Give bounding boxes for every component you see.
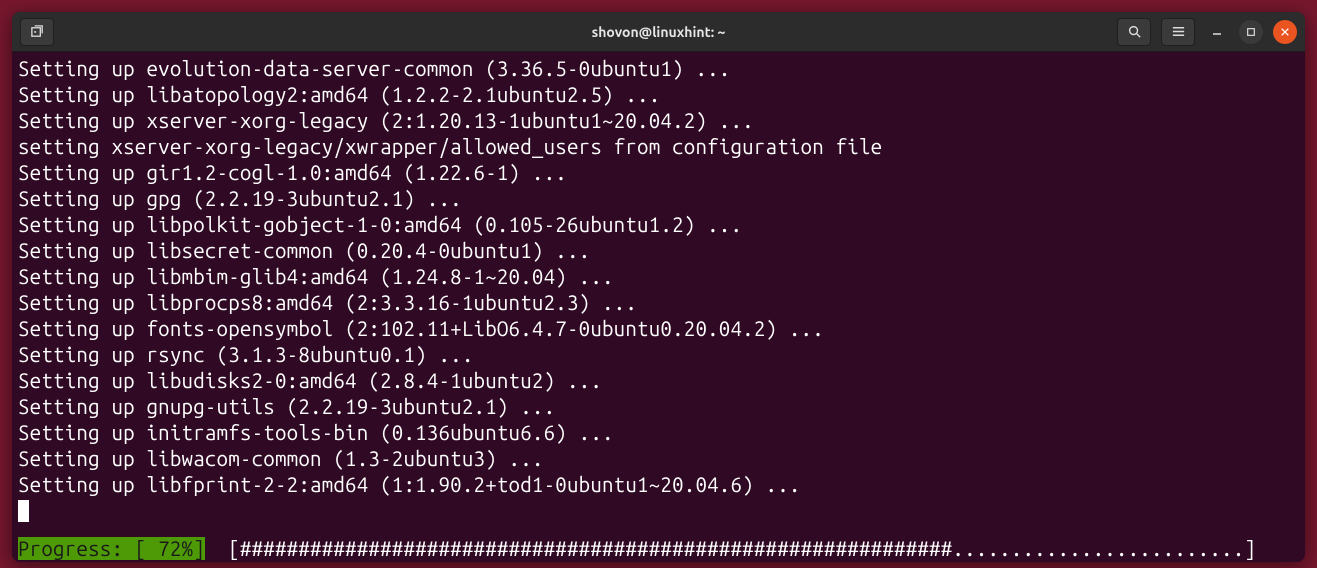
progress-bar: [#######################################…: [205, 537, 1268, 560]
hamburger-icon: [1171, 24, 1186, 39]
terminal-cursor: [18, 500, 29, 522]
terminal-line: Setting up libmbim-glib4:amd64 (1.24.8-1…: [18, 265, 614, 288]
maximize-button[interactable]: [1239, 20, 1263, 44]
terminal-line: Setting up gir1.2-cogl-1.0:amd64 (1.22.6…: [18, 161, 567, 184]
close-button[interactable]: [1273, 20, 1297, 44]
terminal-line: Setting up fonts-opensymbol (2:102.11+Li…: [18, 317, 824, 340]
terminal-window: shovon@linuxhint: ~: [12, 12, 1305, 562]
terminal-line: Setting up libfprint-2-2:amd64 (1:1.90.2…: [18, 473, 801, 496]
maximize-icon: [1246, 27, 1256, 37]
terminal-line: Setting up libwacom-common (1.3-2ubuntu3…: [18, 447, 544, 470]
terminal-line: Setting up rsync (3.1.3-8ubuntu0.1) ...: [18, 343, 474, 366]
search-button[interactable]: [1117, 18, 1151, 46]
terminal-line: Setting up evolution-data-server-common …: [18, 57, 730, 80]
titlebar-right-group: [1117, 18, 1297, 46]
terminal-line: setting xserver-xorg-legacy/xwrapper/all…: [18, 135, 882, 158]
terminal-line: Setting up libatopology2:amd64 (1.2.2-2.…: [18, 83, 660, 106]
terminal-line: Setting up initramfs-tools-bin (0.136ubu…: [18, 421, 614, 444]
terminal-line: Setting up libudisks2-0:amd64 (2.8.4-1ub…: [18, 369, 602, 392]
menu-button[interactable]: [1161, 18, 1195, 46]
terminal-line: Setting up xserver-xorg-legacy (2:1.20.1…: [18, 109, 754, 132]
terminal-output[interactable]: Setting up evolution-data-server-common …: [12, 52, 1305, 536]
window-title: shovon@linuxhint: ~: [592, 24, 726, 40]
terminal-line: Setting up gpg (2.2.19-3ubuntu2.1) ...: [18, 187, 462, 210]
minimize-button[interactable]: [1205, 20, 1229, 44]
terminal-line: Setting up libsecret-common (0.20.4-0ubu…: [18, 239, 590, 262]
terminal-line: Setting up gnupg-utils (2.2.19-3ubuntu2.…: [18, 395, 555, 418]
search-icon: [1127, 24, 1142, 39]
progress-label: Progress: [ 72%]: [18, 537, 205, 560]
new-tab-icon: [30, 24, 45, 39]
titlebar-left-group: [20, 18, 54, 46]
terminal-line: Setting up libpolkit-gobject-1-0:amd64 (…: [18, 213, 742, 236]
close-icon: [1280, 27, 1290, 37]
new-tab-button[interactable]: [20, 18, 54, 46]
titlebar: shovon@linuxhint: ~: [12, 12, 1305, 52]
terminal-line: Setting up libprocps8:amd64 (2:3.3.16-1u…: [18, 291, 637, 314]
progress-line: Progress: [ 72%] [######################…: [12, 536, 1305, 562]
minimize-icon: [1211, 26, 1223, 38]
